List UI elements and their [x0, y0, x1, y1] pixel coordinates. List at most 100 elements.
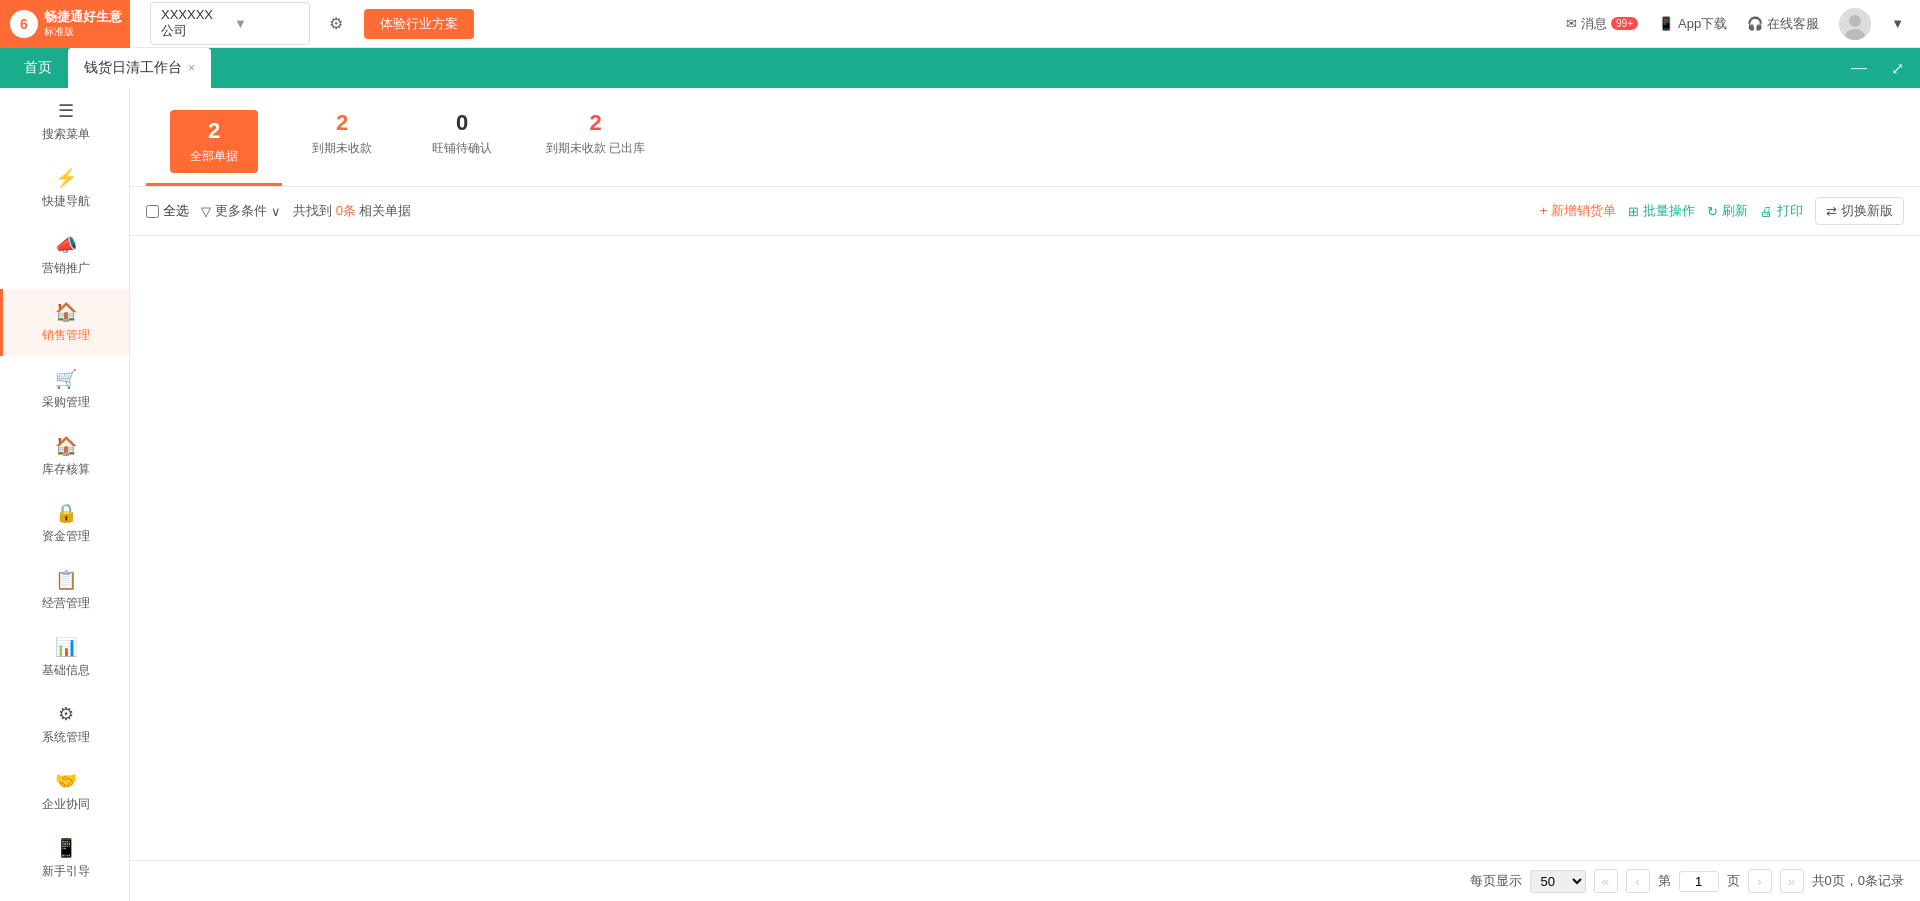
search-menu-icon: ☰ [58, 100, 74, 122]
settings-icon[interactable]: ⚙ [320, 8, 352, 40]
purchase-icon: 🛒 [55, 368, 77, 390]
sidebar-item-operation-label: 经营管理 [42, 595, 90, 612]
sidebar-item-system[interactable]: ⚙ 系统管理 [0, 691, 129, 758]
logo-main: 畅捷通好生意 [44, 9, 122, 26]
sidebar-item-finance-label: 资金管理 [42, 528, 90, 545]
maximize-icon[interactable]: ⤢ [1883, 59, 1912, 78]
card-shipped-num: 2 [590, 110, 602, 136]
summary-card-overdue[interactable]: 2 到期未收款 [282, 100, 402, 186]
sidebar-item-search-label: 搜索菜单 [42, 126, 90, 143]
user-name-item[interactable]: ▼ [1891, 16, 1904, 31]
filter-icon: ▽ [201, 204, 211, 219]
filter-dropdown-icon: ∨ [271, 204, 281, 219]
nav-tabs: 首页 钱货日清工作台 × — ⤢ [0, 48, 1920, 88]
sidebar-item-inventory-label: 库存核算 [42, 461, 90, 478]
page-label: 第 [1658, 872, 1671, 890]
batch-operation-button[interactable]: ⊞ 批量操作 [1628, 202, 1695, 220]
sidebar-item-inventory[interactable]: 🏠 库存核算 [0, 423, 129, 490]
operation-icon: 📋 [55, 569, 77, 591]
inventory-icon: 🏠 [55, 435, 77, 457]
print-button[interactable]: 🖨 打印 [1760, 202, 1803, 220]
next-page-button[interactable]: › [1748, 869, 1772, 893]
sidebar-item-guide[interactable]: 📱 新手引导 [0, 825, 129, 892]
page-input[interactable] [1679, 871, 1719, 892]
company-name: XXXXXX公司 [161, 7, 226, 40]
online-service-label: 在线客服 [1767, 15, 1819, 33]
card-wangpu-label: 旺铺待确认 [432, 140, 492, 157]
sidebar-item-operation[interactable]: 📋 经营管理 [0, 557, 129, 624]
tab-home[interactable]: 首页 [8, 48, 68, 88]
summary-card-shipped[interactable]: 2 到期未收款 已出库 [522, 100, 669, 186]
avatar[interactable] [1839, 8, 1871, 40]
filter-button[interactable]: ▽ 更多条件 ∨ [201, 202, 281, 220]
sidebar-item-enterprise[interactable]: 🤝 企业协同 [0, 758, 129, 825]
sidebar-item-quick-nav[interactable]: ⚡ 快捷导航 [0, 155, 129, 222]
select-all-label: 全选 [163, 202, 189, 220]
app-download-item[interactable]: 📱 App下载 [1658, 15, 1727, 33]
message-item[interactable]: ✉ 消息 99+ [1566, 15, 1638, 33]
prev-page-button[interactable]: ‹ [1626, 869, 1650, 893]
sidebar-item-purchase[interactable]: 🛒 采购管理 [0, 356, 129, 423]
last-page-button[interactable]: » [1780, 869, 1804, 893]
message-icon: ✉ [1566, 16, 1577, 31]
tab-work-bench[interactable]: 钱货日清工作台 × [68, 48, 211, 88]
select-all-input[interactable] [146, 205, 159, 218]
sidebar-item-apps[interactable]: 🎁 应用中心 [0, 892, 129, 901]
switch-version-button[interactable]: ⇄ 切换新版 [1815, 197, 1904, 225]
summary-card-all[interactable]: 2 全部单据 [146, 100, 282, 186]
print-icon: 🖨 [1760, 204, 1773, 219]
sidebar-item-guide-label: 新手引导 [42, 863, 90, 880]
sidebar-item-marketing[interactable]: 📣 营销推广 [0, 222, 129, 289]
card-all-inner: 2 全部单据 [170, 110, 258, 173]
sidebar-item-basic[interactable]: 📊 基础信息 [0, 624, 129, 691]
card-overdue-num: 2 [336, 110, 348, 136]
logo-area: 6 畅捷通好生意 标准版 [0, 0, 130, 48]
card-shipped-label: 到期未收款 已出库 [546, 140, 645, 157]
found-text: 共找到 0条 相关单据 [293, 202, 411, 220]
switch-label: 切换新版 [1841, 202, 1893, 220]
company-selector[interactable]: XXXXXX公司 ▼ [150, 2, 310, 45]
page-suffix: 页 [1727, 872, 1740, 890]
page-size-select[interactable]: 50 100 200 [1530, 870, 1586, 893]
card-all-num: 2 [208, 118, 220, 144]
first-page-button[interactable]: « [1594, 869, 1618, 893]
total-info: 共0页，0条记录 [1812, 872, 1904, 890]
minimize-icon[interactable]: — [1843, 59, 1875, 78]
enterprise-icon: 🤝 [55, 770, 77, 792]
sidebar-item-search[interactable]: ☰ 搜索菜单 [0, 88, 129, 155]
online-service-item[interactable]: 🎧 在线客服 [1747, 15, 1819, 33]
empty-area [130, 236, 1920, 860]
switch-icon: ⇄ [1826, 204, 1837, 219]
summary-card-wangpu[interactable]: 0 旺铺待确认 [402, 100, 522, 186]
print-label: 打印 [1777, 202, 1803, 220]
refresh-button[interactable]: ↻ 刷新 [1707, 202, 1748, 220]
toolbar-left: 全选 ▽ 更多条件 ∨ 共找到 0条 相关单据 [146, 202, 1528, 220]
message-label: 消息 [1581, 15, 1607, 33]
toolbar: 全选 ▽ 更多条件 ∨ 共找到 0条 相关单据 + 新增销货单 ⊞ 批量操作 [130, 187, 1920, 236]
logo-icon: 6 [10, 10, 38, 38]
top-header: 6 畅捷通好生意 标准版 XXXXXX公司 ▼ ⚙ 体验行业方案 ✉ 消息 99… [0, 0, 1920, 48]
sidebar-item-finance[interactable]: 🔒 资金管理 [0, 490, 129, 557]
card-overdue-label: 到期未收款 [312, 140, 372, 157]
tab-work-bench-label: 钱货日清工作台 [84, 59, 182, 77]
add-sale-order-button[interactable]: + 新增销货单 [1540, 202, 1616, 220]
found-prefix: 共找到 [293, 203, 332, 218]
sales-icon: 🏠 [55, 301, 77, 323]
svg-point-1 [1849, 15, 1861, 27]
batch-label: 批量操作 [1643, 202, 1695, 220]
refresh-label: 刷新 [1722, 202, 1748, 220]
pagination: 每页显示 50 100 200 « ‹ 第 页 › » 共0页，0条记录 [130, 860, 1920, 901]
tab-home-label: 首页 [24, 59, 52, 77]
batch-icon: ⊞ [1628, 204, 1639, 219]
select-all-checkbox[interactable]: 全选 [146, 202, 189, 220]
close-tab-icon[interactable]: × [188, 61, 195, 75]
avatar-image [1839, 8, 1871, 40]
system-icon: ⚙ [58, 703, 74, 725]
trial-button[interactable]: 体验行业方案 [364, 9, 474, 39]
sidebar-item-sales[interactable]: 🏠 销售管理 [0, 289, 129, 356]
toolbar-right: + 新增销货单 ⊞ 批量操作 ↻ 刷新 🖨 打印 ⇄ 切换新版 [1540, 197, 1904, 225]
quick-nav-icon: ⚡ [55, 167, 77, 189]
summary-cards: 2 全部单据 2 到期未收款 0 旺铺待确认 2 到期未收款 已出库 [130, 88, 1920, 187]
marketing-icon: 📣 [55, 234, 77, 256]
message-badge: 99+ [1611, 17, 1638, 30]
